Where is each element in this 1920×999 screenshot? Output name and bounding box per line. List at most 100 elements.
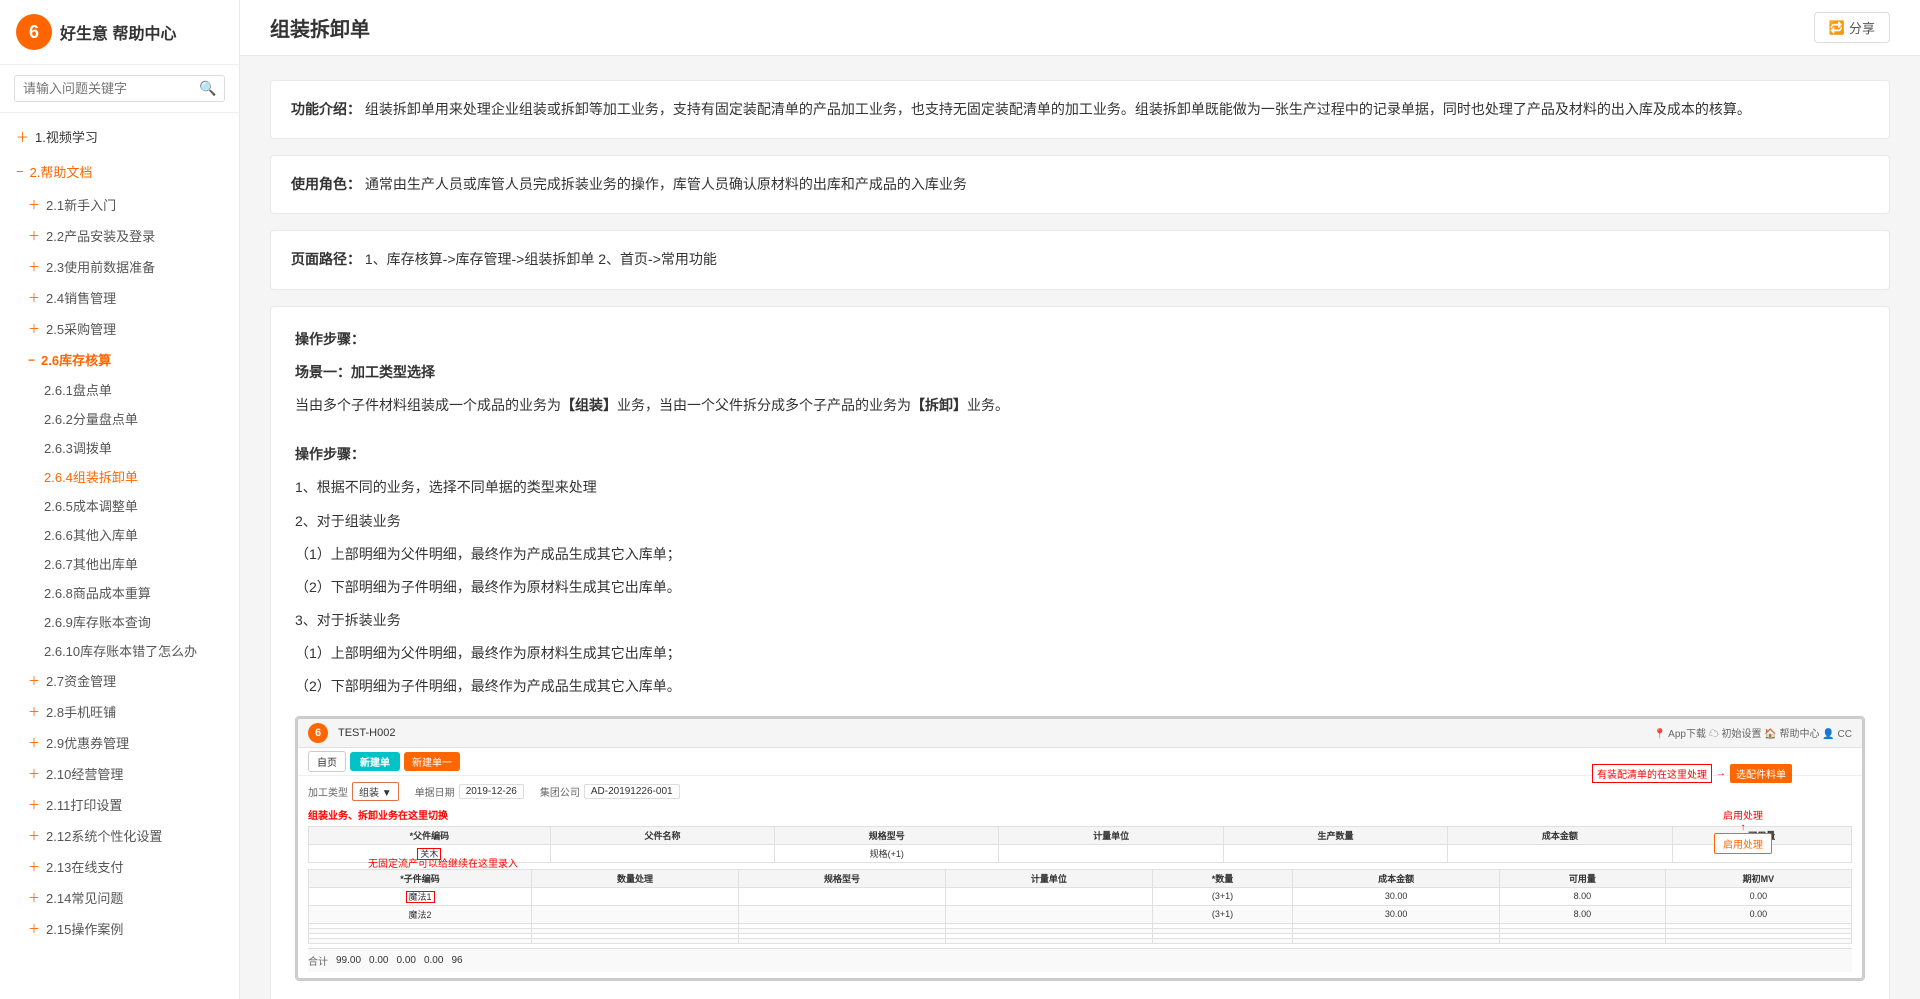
logo-text: 好生意 帮助中心 (60, 20, 176, 44)
sidebar-sub-label: 2.15操作案例 (46, 919, 123, 938)
sidebar-item-online-pay[interactable]: ＋ 2.13在线支付 (0, 851, 239, 882)
lower-table-head: *子件编码 数量处理 规格型号 计量单位 *数量 成本金额 可用量 期初MV (309, 869, 1852, 887)
sub-plus-icon: ＋ (28, 858, 40, 875)
step-2-1: （1）上部明细为父件明细，最终作为产成品生成其它入库单； (295, 542, 1865, 567)
sidebar-item-video[interactable]: ＋ 1.视频学习 (0, 119, 239, 154)
footer-totals: 合计 99.00 0.00 0.00 0.00 96 (308, 948, 1852, 972)
sidebar-item-docs[interactable]: − 2.帮助文档 (0, 154, 239, 189)
step-1: 1、根据不同的业务，选择不同单据的类型来处理 (295, 475, 1865, 500)
sidebar-sub-label: 2.12系统个性化设置 (46, 826, 162, 845)
sub-plus-icon: ＋ (28, 289, 40, 306)
sidebar-sub-label: 2.2产品安装及登录 (46, 226, 155, 245)
intro-body: 组装拆卸单用来处理企业组装或拆卸等加工业务，支持有固定装配清单的产品加工业务，也… (365, 101, 1751, 117)
sidebar-sub-label: 2.8手机旺铺 (46, 702, 116, 721)
lower-cell-1-4: (3+1) (1152, 905, 1292, 923)
lower-cell-1-0: 魔法2 (309, 905, 532, 923)
app-nav-icons: 📍 App下载 ☁ 初始设置 🏠 帮助中心 👤 CC (1654, 725, 1853, 740)
lower-section: 无固定流产可以给继续在这里录入 *子件编码 数量处理 规格型号 计量单位 *数量 (308, 869, 1852, 944)
lower-th-6: 可用量 (1500, 869, 1666, 887)
lower-th-1: 数量处理 (532, 869, 739, 887)
sidebar-sub-label: 2.9优惠券管理 (46, 733, 129, 752)
sidebar-item-adjust[interactable]: 2.6.3调拨单 (28, 433, 239, 462)
app-btn-prev[interactable]: 新建单一 (404, 752, 460, 771)
annotation4-text: 无固定流产可以给继续在这里录入 (368, 855, 518, 870)
sidebar-item-finance[interactable]: ＋ 2.7资金管理 (0, 665, 239, 696)
screenshot-container: 6 TEST-H002 📍 App下载 ☁ 初始设置 🏠 帮助中心 👤 CC 自… (295, 716, 1865, 981)
search-input[interactable] (23, 81, 199, 96)
sub-plus-icon: ＋ (28, 258, 40, 275)
sidebar-item-docs-label: 2.帮助文档 (30, 162, 93, 181)
top-bar: 组装拆卸单 🔁 分享 (240, 0, 1920, 56)
sidebar-item-custom[interactable]: ＋ 2.12系统个性化设置 (0, 820, 239, 851)
form-set-row: 集团公司 AD-20191226-001 (540, 784, 680, 799)
upper-cell-0-4 (1223, 844, 1447, 862)
sidebar-sub-label: 2.7资金管理 (46, 671, 116, 690)
app-tab-home[interactable]: 自页 (308, 751, 346, 772)
sidebar-item-ops[interactable]: ＋ 2.10经营管理 (0, 758, 239, 789)
sidebar-item-other-out[interactable]: 2.6.7其他出库单 (28, 549, 239, 578)
sidebar-item-other-in[interactable]: 2.6.6其他入库单 (28, 520, 239, 549)
sidebar-item-install[interactable]: ＋ 2.2产品安装及登录 (0, 220, 239, 251)
lower-cell-1-2 (738, 905, 945, 923)
form-type-row: 加工类型 组装 ▼ (308, 782, 399, 801)
sidebar-item-coupon[interactable]: ＋ 2.9优惠券管理 (0, 727, 239, 758)
logo-area: 6 好生意 帮助中心 (0, 0, 239, 65)
search-area: 🔍 (0, 65, 239, 113)
steps-block: 操作步骤： 场景一：加工类型选择 当由多个子件材料组装成一个成品的业务为【组装】… (270, 306, 1890, 999)
app-logo: 6 (308, 723, 328, 743)
app-mock: 6 TEST-H002 📍 App下载 ☁ 初始设置 🏠 帮助中心 👤 CC 自… (296, 717, 1864, 980)
upper-th-0: *父件编码 (309, 826, 551, 844)
lower-th-0: *子件编码 (309, 869, 532, 887)
intro-label: 功能介绍： (291, 101, 361, 117)
sidebar-item-cost-calc[interactable]: 2.6.8商品成本重算 (28, 578, 239, 607)
sidebar-sub-label: 2.4销售管理 (46, 288, 116, 307)
sub-plus-icon: ＋ (28, 703, 40, 720)
sidebar-item-purchase[interactable]: ＋ 2.5采购管理 (0, 313, 239, 344)
sidebar-item-faq[interactable]: ＋ 2.14常见问题 (0, 882, 239, 913)
upper-row-0: 关木 规格(+1) (309, 844, 1852, 862)
step-3-1: （1）上部明细为父件明细，最终作为原材料生成其它出库单； (295, 641, 1865, 666)
sidebar-item-print[interactable]: ＋ 2.11打印设置 (0, 789, 239, 820)
sidebar-item-video-label: 1.视频学习 (35, 127, 98, 146)
sidebar-item-new[interactable]: ＋ 2.1新手入门 (0, 189, 239, 220)
share-icon: 🔁 (1829, 20, 1845, 36)
footer-val-4: 96 (451, 955, 462, 966)
upper-table-head: *父件编码 父件名称 规格型号 计量单位 生产数量 成本金额 可用量 (309, 826, 1852, 844)
sidebar: 6 好生意 帮助中心 🔍 ＋ 1.视频学习 − 2.帮助文档 ＋ 2.1新手入门 (0, 0, 240, 999)
share-button[interactable]: 🔁 分享 (1814, 12, 1890, 43)
lower-cell-0-6: 8.00 (1500, 887, 1666, 905)
sidebar-item-inventory[interactable]: − 2.6库存核算 (0, 344, 239, 375)
sub-plus-icon: ＋ (28, 920, 40, 937)
form-date-row: 单据日期 2019-12-26 (415, 784, 524, 799)
sidebar-item-cost-adjust[interactable]: 2.6.5成本调整单 (28, 491, 239, 520)
sidebar-sub-label: 2.11打印设置 (46, 795, 122, 814)
sidebar-item-cases[interactable]: ＋ 2.15操作案例 (0, 913, 239, 944)
lower-cell-0-4: (3+1) (1152, 887, 1292, 905)
sidebar-sub-label: 2.5采购管理 (46, 319, 116, 338)
sidebar-item-sales[interactable]: ＋ 2.4销售管理 (0, 282, 239, 313)
sidebar-item-error[interactable]: 2.6.10库存账本错了怎么办 (28, 636, 239, 665)
search-icon[interactable]: 🔍 (199, 80, 216, 97)
sidebar-item-stock-count[interactable]: 2.6.1盘点单 (28, 375, 239, 404)
lower-cell-1-1 (532, 905, 739, 923)
lower-cell-1-6: 8.00 (1500, 905, 1666, 923)
upper-cell-0-2: 规格(+1) (775, 844, 999, 862)
upper-th-5: 成本金额 (1448, 826, 1672, 844)
sidebar-sub-label: 2.14常见问题 (46, 888, 123, 907)
page-title: 组装拆卸单 (270, 13, 370, 42)
lower-row-0: 魔法1 (3+1) 30.00 8.00 0.00 (309, 887, 1852, 905)
sidebar-item-stock-split[interactable]: 2.6.2分量盘点单 (28, 404, 239, 433)
form-date-label: 单据日期 (415, 784, 455, 799)
path-label: 页面路径： (291, 251, 361, 267)
lower-cell-0-5: 30.00 (1293, 887, 1500, 905)
app-form: 加工类型 组装 ▼ 单据日期 2019-12-26 集团公司 AD-201912… (298, 776, 1862, 978)
app-tab-new[interactable]: 新建单 (350, 752, 400, 771)
sidebar-item-mobile[interactable]: ＋ 2.8手机旺铺 (0, 696, 239, 727)
sidebar-item-assembly[interactable]: 2.6.4组装拆卸单 (28, 462, 239, 491)
sidebar-item-ledger[interactable]: 2.6.9库存账本查询 (28, 607, 239, 636)
upper-cell-0-3 (999, 844, 1223, 862)
btn-assembly[interactable]: 选配件料单 (1730, 764, 1792, 783)
btn-process[interactable]: 启用处理 (1714, 833, 1772, 854)
sidebar-item-data[interactable]: ＋ 2.3使用前数据准备 (0, 251, 239, 282)
step-3: 3、对于拆装业务 (295, 608, 1865, 633)
